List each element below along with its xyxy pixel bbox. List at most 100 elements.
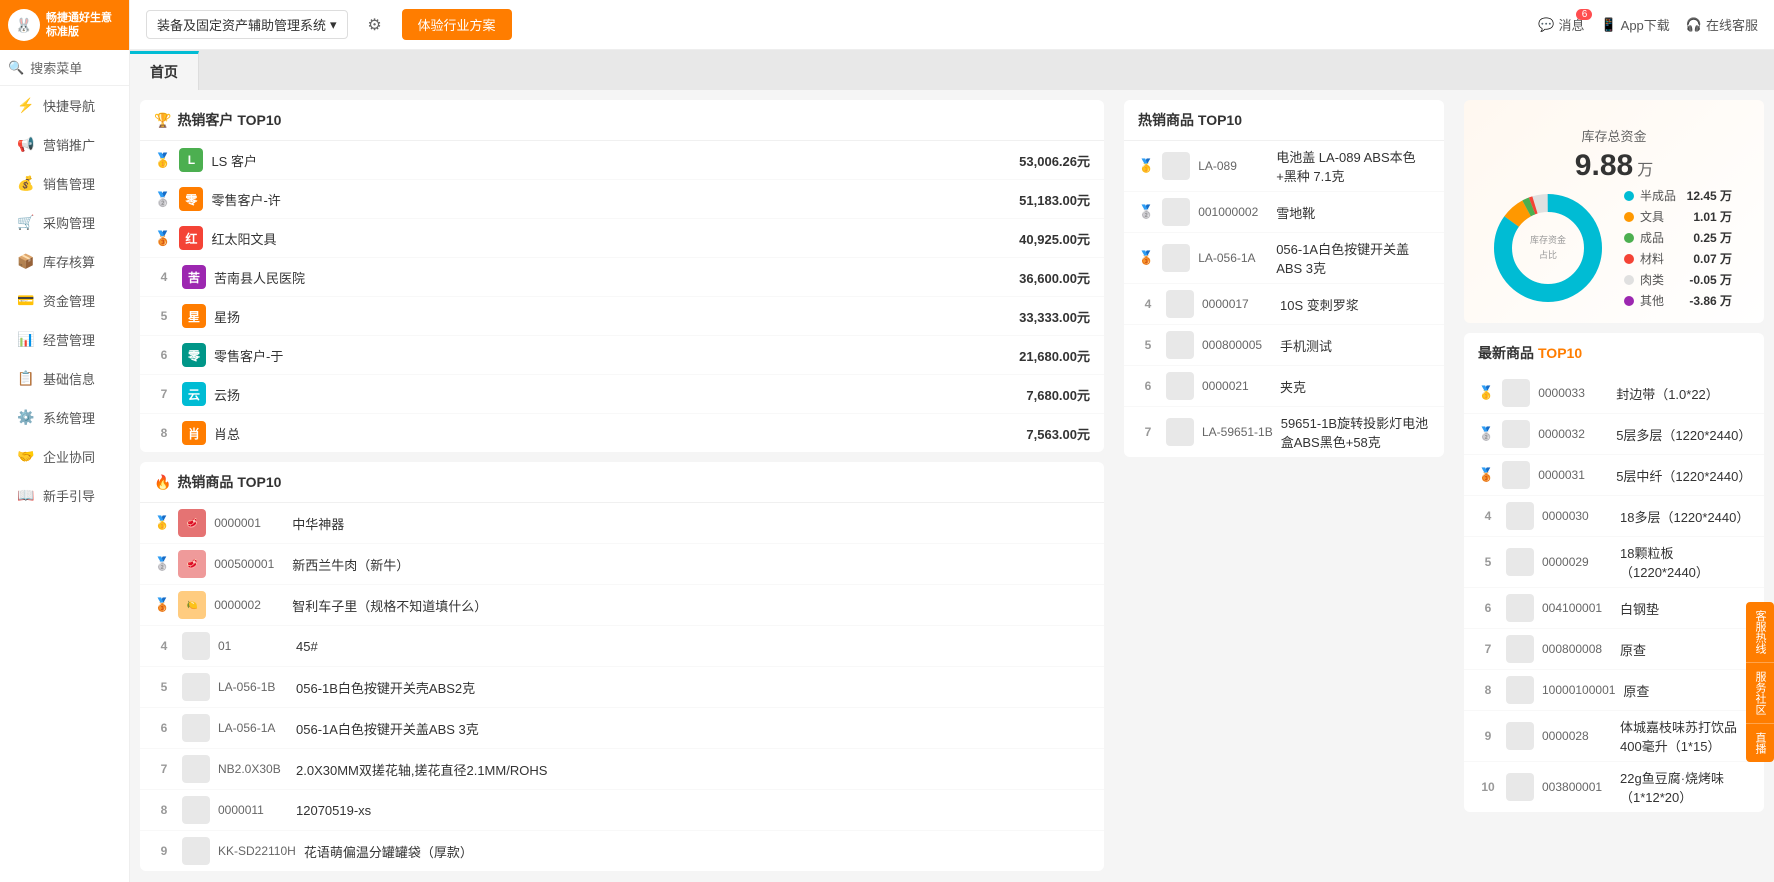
avatar: 云 bbox=[182, 382, 206, 406]
medal-icon: 🥈 bbox=[154, 556, 170, 572]
fire-icon: 🔥 bbox=[154, 474, 171, 491]
hot-products-title: 热销商品 TOP10 bbox=[177, 472, 281, 492]
customer-value: 33,333.00元 bbox=[1019, 307, 1090, 326]
legend-value: 0.25 万 bbox=[1682, 229, 1732, 246]
main-container: 装备及固定资产辅助管理系统 ▾ ⚙ 体验行业方案 💬 消息 6 📱 App下载 … bbox=[130, 0, 1774, 882]
sidebar-item-label: 企业协同 bbox=[43, 447, 95, 466]
list-item: 7 000800008 原查 bbox=[1464, 629, 1764, 670]
list-item: 4 0000030 18多层（1220*2440） bbox=[1464, 496, 1764, 537]
customer-value: 40,925.00元 bbox=[1019, 229, 1090, 248]
rank-number: 7 bbox=[1478, 639, 1498, 659]
legend-value: 1.01 万 bbox=[1682, 208, 1732, 225]
sidebar-item-basic-info[interactable]: 📋 基础信息 bbox=[0, 359, 129, 398]
customer-name: 红太阳文具 bbox=[211, 229, 1011, 248]
product-name: 056-1A白色按键开关盖ABS 3克 bbox=[296, 719, 1090, 738]
rank-number: 6 bbox=[1478, 598, 1498, 618]
sidebar-item-purchase[interactable]: 🛒 采购管理 bbox=[0, 203, 129, 242]
sidebar-item-operations[interactable]: 📊 经营管理 bbox=[0, 320, 129, 359]
settings-button[interactable]: ⚙ bbox=[360, 10, 390, 40]
new-products-list: 🥇 0000033 封边带（1.0*22） 🥈 0000032 5层多层（122… bbox=[1464, 373, 1764, 812]
product-code: KK-SD22110H bbox=[218, 844, 296, 858]
legend-dot bbox=[1624, 254, 1634, 264]
medal-icon: 🥉 bbox=[1138, 250, 1154, 266]
sidebar-item-marketing[interactable]: 📢 营销推广 bbox=[0, 125, 129, 164]
product-code: 0000001 bbox=[214, 516, 284, 530]
topbar: 装备及固定资产辅助管理系统 ▾ ⚙ 体验行业方案 💬 消息 6 📱 App下载 … bbox=[130, 0, 1774, 50]
rank-number: 9 bbox=[154, 841, 174, 861]
product-name: 智利车子里（规格不知道填什么） bbox=[292, 596, 1090, 615]
legend-value: 0.07 万 bbox=[1682, 250, 1732, 267]
sidebar-item-finance[interactable]: 💳 资金管理 bbox=[0, 281, 129, 320]
message-button[interactable]: 💬 消息 6 bbox=[1538, 15, 1584, 34]
app-download-label: App下载 bbox=[1621, 15, 1670, 34]
product-name: 59651-1B旋转投影灯电池盒ABS黑色+58克 bbox=[1281, 413, 1430, 451]
system-selector[interactable]: 装备及固定资产辅助管理系统 ▾ bbox=[146, 10, 348, 39]
legend-label: 半成品 bbox=[1640, 187, 1676, 204]
mobile-icon: 📱 bbox=[1600, 17, 1616, 33]
product-image bbox=[1162, 152, 1190, 180]
product-image bbox=[1506, 502, 1534, 530]
search-icon: 🔍 bbox=[8, 60, 24, 76]
product-name: 22g鱼豆腐·烧烤味（1*12*20） bbox=[1620, 768, 1750, 806]
legend-item: 材料 0.07 万 bbox=[1624, 250, 1732, 267]
inventory-total-label: 库存总资金 bbox=[1581, 126, 1646, 145]
product-code: 004100001 bbox=[1542, 601, 1612, 615]
product-code: 0000029 bbox=[1542, 555, 1612, 569]
customer-service-button[interactable]: 客服热线 bbox=[1746, 602, 1774, 663]
rank-number: 8 bbox=[154, 423, 174, 443]
legend-label: 材料 bbox=[1640, 250, 1676, 267]
trial-button[interactable]: 体验行业方案 bbox=[402, 9, 512, 40]
sidebar-item-system[interactable]: ⚙️ 系统管理 bbox=[0, 398, 129, 437]
customer-name: 星扬 bbox=[214, 307, 1011, 326]
inventory-amount: 9.88 bbox=[1575, 149, 1633, 183]
product-name: 原查 bbox=[1620, 640, 1750, 659]
medal-icon: 🥉 bbox=[154, 230, 171, 247]
online-service-button[interactable]: 🎧 在线客服 bbox=[1686, 15, 1758, 34]
sidebar-item-cooperation[interactable]: 🤝 企业协同 bbox=[0, 437, 129, 476]
list-item: 🥈 0000032 5层多层（1220*2440） bbox=[1464, 414, 1764, 455]
system-icon: ⚙️ bbox=[17, 409, 35, 427]
top-customers-header: 🏆 热销客户 TOP10 bbox=[140, 100, 1104, 141]
legend-item: 成品 0.25 万 bbox=[1624, 229, 1732, 246]
list-item: 9 0000028 体城嘉枝味苏打饮品400毫升（1*15） bbox=[1464, 711, 1764, 762]
sidebar-search[interactable]: 🔍 搜索菜单 bbox=[0, 50, 129, 86]
livestream-button[interactable]: 直播 bbox=[1746, 724, 1774, 762]
tab-home[interactable]: 首页 bbox=[130, 51, 199, 90]
product-name: 电池盖 LA-089 ABS本色+黑种 7.1克 bbox=[1276, 147, 1430, 185]
finance-icon: 💳 bbox=[17, 292, 35, 310]
product-name: 中华神器 bbox=[292, 514, 1090, 533]
avatar: 红 bbox=[179, 226, 203, 250]
product-image bbox=[1506, 548, 1534, 576]
rank-number: 4 bbox=[1138, 294, 1158, 314]
medal-icon: 🥇 bbox=[154, 515, 170, 531]
medal-icon: 🥇 bbox=[1478, 385, 1494, 401]
livestream-label: 直播 bbox=[1754, 732, 1766, 754]
operations-icon: 📊 bbox=[17, 331, 35, 349]
table-row: 4 苦 苦南县人民医院 36,600.00元 bbox=[140, 258, 1104, 297]
product-code: 0000032 bbox=[1538, 427, 1608, 441]
sidebar-item-sales[interactable]: 💰 销售管理 bbox=[0, 164, 129, 203]
list-item: 8 10000100001 原查 bbox=[1464, 670, 1764, 711]
message-badge: 6 bbox=[1576, 9, 1592, 20]
list-item: 6 LA-056-1A 056-1A白色按键开关盖ABS 3克 bbox=[140, 708, 1104, 749]
content-area: 🏆 热销客户 TOP10 🥇 L LS 客户 53,006.26元 🥈 零 零售… bbox=[130, 90, 1774, 882]
medal-icon: 🥇 bbox=[154, 152, 171, 169]
product-code: 001000002 bbox=[1198, 205, 1268, 219]
rank-number: 4 bbox=[1478, 506, 1498, 526]
sidebar-item-quick-nav[interactable]: ⚡ 快捷导航 bbox=[0, 86, 129, 125]
legend-item: 其他 -3.86 万 bbox=[1624, 292, 1732, 309]
product-image bbox=[1166, 372, 1194, 400]
sidebar-item-guide[interactable]: 📖 新手引导 bbox=[0, 476, 129, 515]
sidebar-item-inventory[interactable]: 📦 库存核算 bbox=[0, 242, 129, 281]
customer-value: 7,563.00元 bbox=[1026, 424, 1090, 443]
app-download-button[interactable]: 📱 App下载 bbox=[1600, 15, 1669, 34]
product-image bbox=[1502, 420, 1530, 448]
logo-icon: 🐰 bbox=[8, 9, 40, 41]
table-row: 8 肖 肖总 7,563.00元 bbox=[140, 414, 1104, 452]
product-name: 10S 变刺罗浆 bbox=[1280, 295, 1430, 314]
community-button[interactable]: 服务社区 bbox=[1746, 663, 1774, 724]
product-name: 花语萌偏温分罐罐袋（厚款） bbox=[304, 842, 1090, 861]
inventory-icon: 📦 bbox=[17, 253, 35, 271]
quick-nav-icon: ⚡ bbox=[17, 97, 35, 115]
rank-number: 5 bbox=[154, 677, 174, 697]
